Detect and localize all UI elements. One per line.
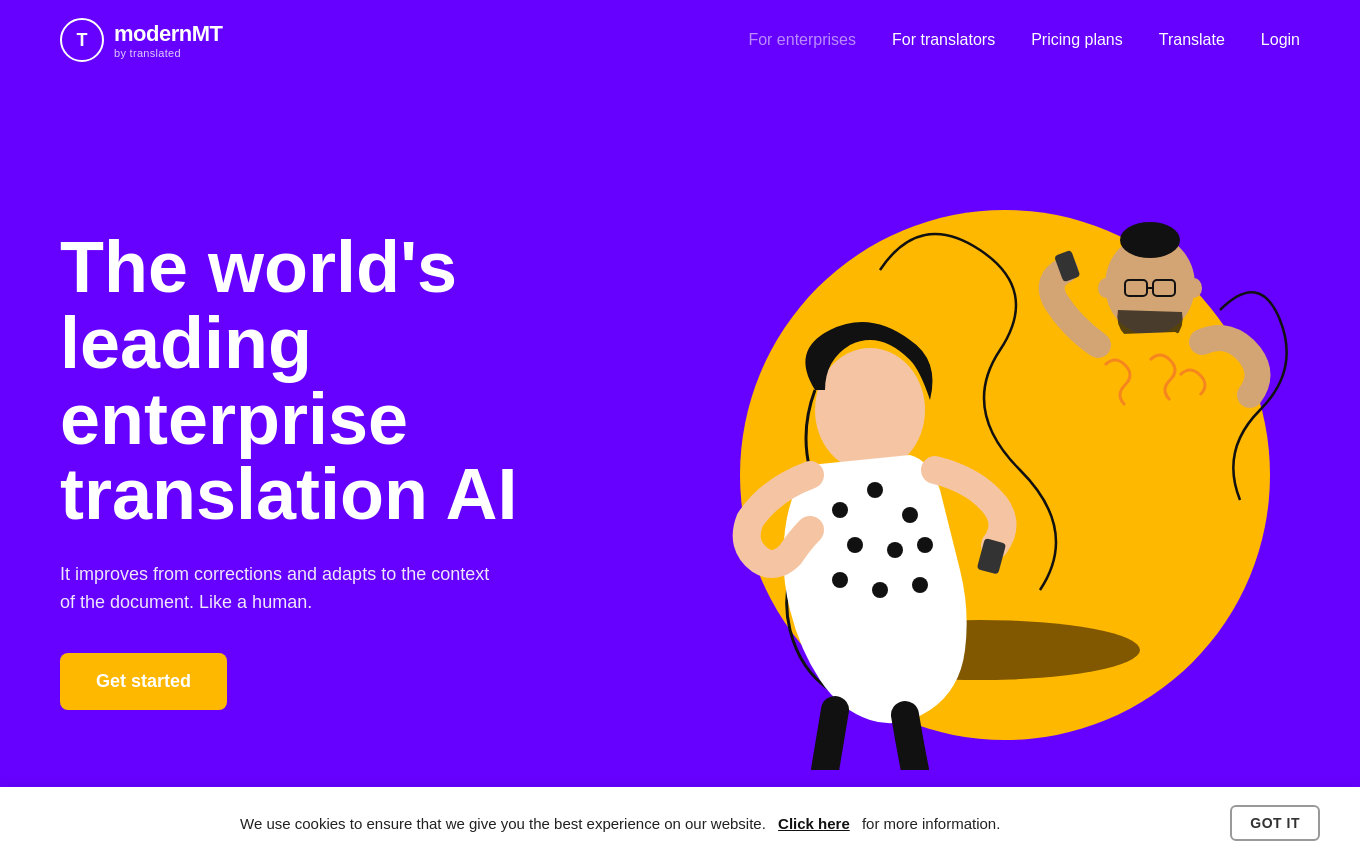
- hero-text-block: The world's leading enterprise translati…: [60, 230, 517, 709]
- svg-point-3: [832, 502, 848, 518]
- svg-point-4: [867, 482, 883, 498]
- svg-point-7: [887, 542, 903, 558]
- nav-item-enterprises[interactable]: For enterprises: [748, 31, 856, 49]
- hero-title: The world's leading enterprise translati…: [60, 230, 517, 532]
- character-man: [1010, 210, 1290, 570]
- svg-point-6: [847, 537, 863, 553]
- logo-name: modernMT: [114, 21, 222, 47]
- svg-point-10: [872, 582, 888, 598]
- logo-icon: T: [60, 18, 104, 62]
- nav-item-pricing[interactable]: Pricing plans: [1031, 31, 1123, 49]
- nav-item-translators[interactable]: For translators: [892, 31, 995, 49]
- logo-text: modernMT by translated: [114, 21, 222, 59]
- svg-point-9: [832, 572, 848, 588]
- navbar: T modernMT by translated For enterprises…: [0, 0, 1360, 80]
- svg-point-8: [917, 537, 933, 553]
- hero-description: It improves from corrections and adapts …: [60, 561, 500, 617]
- hero-section: The world's leading enterprise translati…: [0, 80, 1360, 800]
- cookie-bar-text: We use cookies to ensure that we give yo…: [40, 815, 1200, 832]
- svg-point-19: [1098, 278, 1114, 298]
- nav-link-enterprises[interactable]: For enterprises: [748, 31, 856, 48]
- cookie-bar: We use cookies to ensure that we give yo…: [0, 787, 1360, 859]
- svg-point-2: [815, 348, 925, 472]
- cookie-link[interactable]: Click here: [778, 815, 850, 832]
- nav-link-pricing[interactable]: Pricing plans: [1031, 31, 1123, 48]
- svg-point-20: [1186, 278, 1202, 298]
- nav-link-translators[interactable]: For translators: [892, 31, 995, 48]
- nav-link-translate[interactable]: Translate: [1159, 31, 1225, 48]
- svg-point-5: [902, 507, 918, 523]
- hero-illustration: [700, 150, 1300, 790]
- svg-point-11: [912, 577, 928, 593]
- logo[interactable]: T modernMT by translated: [60, 18, 222, 62]
- character-woman: [710, 290, 1050, 770]
- cookie-text-before: We use cookies to ensure that we give yo…: [240, 815, 766, 832]
- nav-item-login[interactable]: Login: [1261, 31, 1300, 49]
- nav-links: For enterprises For translators Pricing …: [748, 31, 1300, 49]
- cookie-got-it-button[interactable]: GOT IT: [1230, 805, 1320, 841]
- logo-sub: by translated: [114, 47, 222, 59]
- cookie-text-after: for more information.: [862, 815, 1000, 832]
- get-started-button[interactable]: Get started: [60, 653, 227, 710]
- nav-item-translate[interactable]: Translate: [1159, 31, 1225, 49]
- svg-point-14: [1120, 222, 1180, 258]
- nav-link-login[interactable]: Login: [1261, 31, 1300, 48]
- svg-text:T: T: [77, 30, 88, 50]
